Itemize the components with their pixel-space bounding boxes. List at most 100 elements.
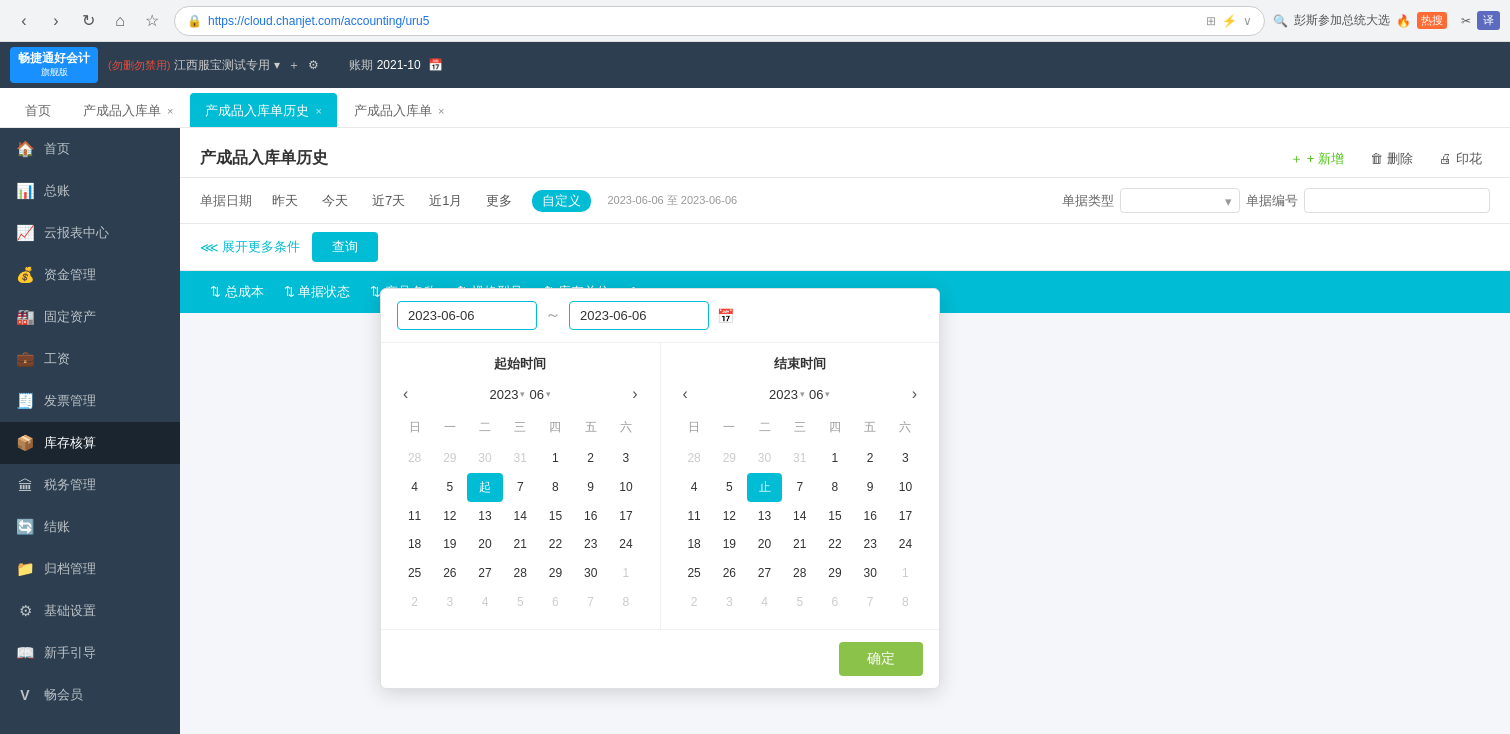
dp-start-day-5-3[interactable]: 5 — [503, 588, 538, 617]
add-company-icon[interactable]: ＋ — [288, 57, 300, 74]
dp-start-day-5-5[interactable]: 7 — [573, 588, 608, 617]
dp-end-day-2-5[interactable]: 16 — [853, 502, 888, 531]
dp-start-day-4-4[interactable]: 29 — [538, 559, 573, 588]
dp-start-day-1-6[interactable]: 10 — [608, 473, 643, 502]
dp-end-day-0-6[interactable]: 3 — [888, 444, 923, 473]
dp-start-day-0-4[interactable]: 1 — [538, 444, 573, 473]
dp-start-day-2-1[interactable]: 12 — [432, 502, 467, 531]
dp-end-day-0-1[interactable]: 29 — [712, 444, 747, 473]
dp-start-day-2-6[interactable]: 17 — [608, 502, 643, 531]
tab-product-inbound[interactable]: 产成品入库单 × — [68, 93, 188, 127]
dp-end-day-4-0[interactable]: 25 — [677, 559, 712, 588]
dp-end-day-0-0[interactable]: 28 — [677, 444, 712, 473]
address-bar[interactable]: 🔒 https://cloud.chanjet.com/accounting/u… — [174, 6, 1265, 36]
sidebar-item-report[interactable]: 📈 云报表中心 — [0, 212, 180, 254]
dp-start-prev-btn[interactable]: ‹ — [397, 383, 414, 405]
dp-start-day-2-2[interactable]: 13 — [467, 502, 502, 531]
sidebar-item-tax[interactable]: 🏛 税务管理 — [0, 464, 180, 506]
dp-end-prev-btn[interactable]: ‹ — [677, 383, 694, 405]
dp-end-day-3-1[interactable]: 19 — [712, 530, 747, 559]
sidebar-item-member[interactable]: V 畅会员 — [0, 674, 180, 716]
dp-end-day-3-2[interactable]: 20 — [747, 530, 782, 559]
dp-end-day-1-3[interactable]: 7 — [782, 473, 817, 502]
dp-start-month-select[interactable]: 06 ▾ — [529, 387, 550, 402]
dp-end-day-1-5[interactable]: 9 — [853, 473, 888, 502]
dp-start-input[interactable] — [397, 301, 537, 330]
tab-history-close[interactable]: × — [315, 105, 321, 117]
sidebar-item-archive[interactable]: 📁 归档管理 — [0, 548, 180, 590]
dp-end-day-2-1[interactable]: 12 — [712, 502, 747, 531]
refresh-button[interactable]: ↻ — [74, 7, 102, 35]
dp-end-day-4-6[interactable]: 1 — [888, 559, 923, 588]
dp-start-day-4-6[interactable]: 1 — [608, 559, 643, 588]
dp-start-day-1-2[interactable]: 起 — [467, 473, 502, 502]
back-button[interactable]: ‹ — [10, 7, 38, 35]
dp-start-day-3-4[interactable]: 22 — [538, 530, 573, 559]
th-total-cost[interactable]: ⇅ 总成本 — [200, 283, 274, 301]
shortcut-yesterday[interactable]: 昨天 — [268, 190, 302, 212]
dp-start-day-4-0[interactable]: 25 — [397, 559, 432, 588]
dp-end-day-0-2[interactable]: 30 — [747, 444, 782, 473]
dp-end-day-1-0[interactable]: 4 — [677, 473, 712, 502]
tab-home[interactable]: 首页 — [10, 93, 66, 127]
dp-end-day-1-6[interactable]: 10 — [888, 473, 923, 502]
dp-end-day-4-1[interactable]: 26 — [712, 559, 747, 588]
dp-end-day-2-4[interactable]: 15 — [817, 502, 852, 531]
sidebar-item-home[interactable]: 🏠 首页 — [0, 128, 180, 170]
dp-end-day-3-6[interactable]: 24 — [888, 530, 923, 559]
dp-start-day-5-0[interactable]: 2 — [397, 588, 432, 617]
dp-start-day-5-2[interactable]: 4 — [467, 588, 502, 617]
dp-end-month-select[interactable]: 06 ▾ — [809, 387, 830, 402]
shortcut-1month[interactable]: 近1月 — [425, 190, 466, 212]
dp-end-day-0-5[interactable]: 2 — [853, 444, 888, 473]
dp-start-day-4-2[interactable]: 27 — [467, 559, 502, 588]
dp-start-day-1-5[interactable]: 9 — [573, 473, 608, 502]
dp-start-year-select[interactable]: 2023 ▾ — [490, 387, 526, 402]
dp-start-day-0-1[interactable]: 29 — [432, 444, 467, 473]
type-select[interactable] — [1120, 188, 1240, 213]
dp-start-day-0-0[interactable]: 28 — [397, 444, 432, 473]
forward-button[interactable]: › — [42, 7, 70, 35]
dp-start-day-5-6[interactable]: 8 — [608, 588, 643, 617]
dp-end-day-1-2[interactable]: 止 — [747, 473, 782, 502]
dp-end-day-1-4[interactable]: 8 — [817, 473, 852, 502]
dp-end-next-btn[interactable]: › — [906, 383, 923, 405]
dp-end-day-4-4[interactable]: 29 — [817, 559, 852, 588]
dp-end-day-5-4[interactable]: 6 — [817, 588, 852, 617]
dp-end-input[interactable] — [569, 301, 709, 330]
dp-start-day-0-5[interactable]: 2 — [573, 444, 608, 473]
dp-start-day-3-5[interactable]: 23 — [573, 530, 608, 559]
dp-start-day-5-4[interactable]: 6 — [538, 588, 573, 617]
sidebar-item-settings[interactable]: ⚙ 基础设置 — [0, 590, 180, 632]
dp-start-day-0-3[interactable]: 31 — [503, 444, 538, 473]
sidebar-item-funds[interactable]: 💰 资金管理 — [0, 254, 180, 296]
dp-confirm-button[interactable]: 确定 — [839, 642, 923, 676]
dp-start-day-2-5[interactable]: 16 — [573, 502, 608, 531]
shortcut-more[interactable]: 更多 — [482, 190, 516, 212]
dp-end-day-4-5[interactable]: 30 — [853, 559, 888, 588]
home-button[interactable]: ⌂ — [106, 7, 134, 35]
dp-start-day-0-6[interactable]: 3 — [608, 444, 643, 473]
dp-start-day-2-4[interactable]: 15 — [538, 502, 573, 531]
dp-end-year-select[interactable]: 2023 ▾ — [769, 387, 805, 402]
print-button[interactable]: 🖨 印花 — [1431, 146, 1490, 172]
delete-button[interactable]: 🗑 删除 — [1362, 146, 1421, 172]
dp-end-day-5-0[interactable]: 2 — [677, 588, 712, 617]
dp-start-day-3-2[interactable]: 20 — [467, 530, 502, 559]
dp-end-day-2-2[interactable]: 13 — [747, 502, 782, 531]
sidebar-item-salary[interactable]: 💼 工资 — [0, 338, 180, 380]
shortcut-custom[interactable]: 自定义 — [532, 190, 591, 212]
dp-end-day-5-1[interactable]: 3 — [712, 588, 747, 617]
dp-end-day-2-6[interactable]: 17 — [888, 502, 923, 531]
sidebar-item-inventory[interactable]: 📦 库存核算 — [0, 422, 180, 464]
dp-calendar-icon[interactable]: 📅 — [717, 308, 734, 324]
dp-end-day-3-4[interactable]: 22 — [817, 530, 852, 559]
dp-end-day-4-2[interactable]: 27 — [747, 559, 782, 588]
tab-product-inbound-history[interactable]: 产成品入库单历史 × — [190, 93, 336, 127]
dp-end-day-4-3[interactable]: 28 — [782, 559, 817, 588]
sidebar-item-ledger[interactable]: 📊 总账 — [0, 170, 180, 212]
settings-icon[interactable]: ⚙ — [308, 58, 319, 72]
dp-start-day-3-6[interactable]: 24 — [608, 530, 643, 559]
dp-end-day-1-1[interactable]: 5 — [712, 473, 747, 502]
dp-end-day-3-5[interactable]: 23 — [853, 530, 888, 559]
